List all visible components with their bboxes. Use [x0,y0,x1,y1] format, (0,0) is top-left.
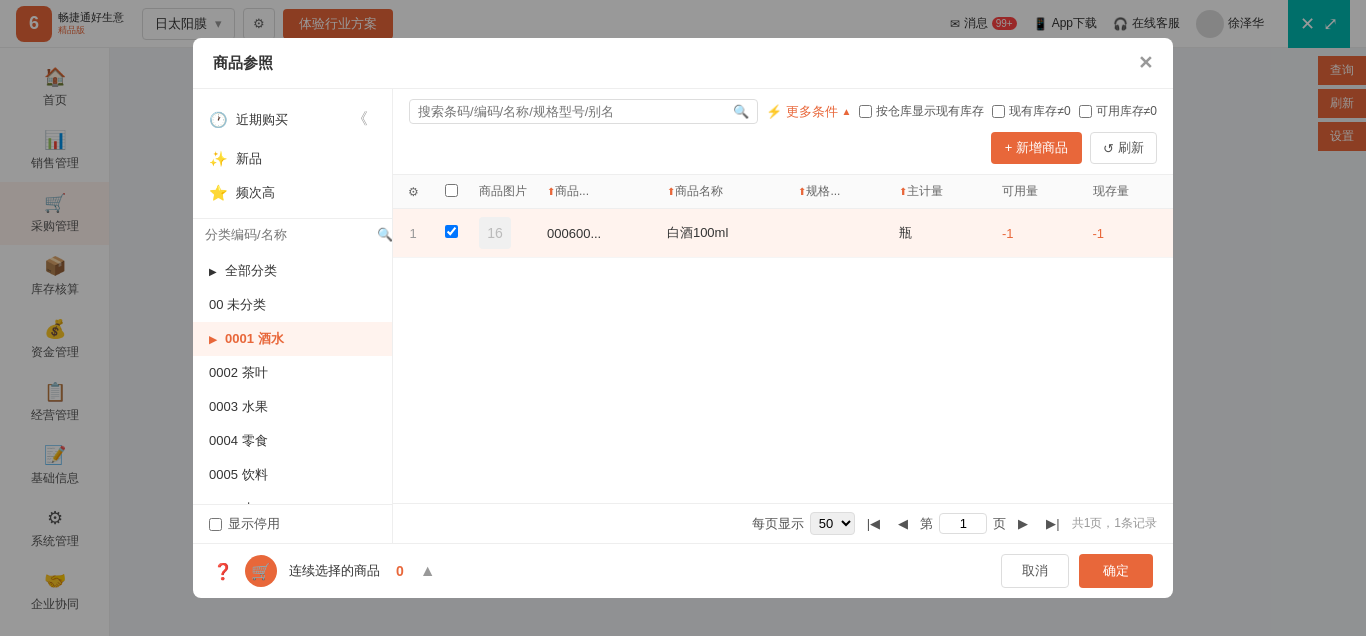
warehouse-checkbox[interactable] [859,105,872,118]
sort-icon: ⬆ [798,186,806,197]
close-button[interactable]: ✕ [1138,52,1153,74]
pagination: 每页显示 50 |◀ ◀ 第 页 ▶ ▶| 共1页，1条记录 [393,503,1173,543]
th-unit[interactable]: ⬆主计量 [889,175,992,209]
modal-right-panel: 🔍 ⚡ 更多条件 ▲ 按仓库显示现有库存 现有库存≠0 [393,89,1173,543]
category-item-all[interactable]: ▶ 全部分类 [193,254,392,288]
show-disabled-label[interactable]: 显示停用 [228,515,280,533]
category-item-0[interactable]: 00 未分类 [193,288,392,322]
product-table-container: ⚙ 商品图片 ⬆商品... ⬆商品名称 [393,175,1173,503]
search-icon[interactable]: 🔍 [377,227,393,242]
modal-left-panel: 🕐 近期购买 《 ✨ 新品 ⭐ 频次高 🔍 [193,89,393,543]
warehouse-filter: 按仓库显示现有库存 [859,103,984,120]
toolbar-right: + 新增商品 ↺ 刷新 [991,132,1157,164]
product-code-cell: 000600... [537,209,657,258]
per-page-select[interactable]: 50 [810,512,855,535]
cart-icon: 🛒 [245,555,277,587]
th-settings[interactable]: ⚙ [393,175,433,209]
product-image-cell: 16 [469,209,537,258]
th-image: 商品图片 [469,175,537,209]
modal-overlay: 商品参照 ✕ 🕐 近期购买 《 ✨ 新品 ⭐ [0,0,1366,636]
category-item-3[interactable]: 0003 水果 [193,390,392,424]
available-filter: 可用库存≠0 [1079,103,1157,120]
filter-button[interactable]: ⚡ 更多条件 ▲ [766,103,852,121]
th-available: 可用量 [992,175,1082,209]
chevron-right-icon: ▶ [209,334,217,345]
chevron-right-icon: ▶ [209,266,217,277]
row-checkbox-cell [433,209,469,258]
category-list: ▶ 全部分类 00 未分类 ▶ 0001 酒水 0002 茶叶 0003 水果 [193,250,392,504]
page-number-input[interactable] [939,513,987,534]
confirm-button[interactable]: 确定 [1079,554,1153,588]
recent-icon: 🕐 [209,111,228,129]
filter-icon: ⚡ [766,104,782,119]
show-disabled-area: 显示停用 [193,504,392,543]
modal-toolbar: 🔍 ⚡ 更多条件 ▲ 按仓库显示现有库存 现有库存≠0 [393,89,1173,175]
category-item-1[interactable]: ▶ 0001 酒水 [193,322,392,356]
menu-item-frequent[interactable]: ⭐ 频次高 [193,176,392,210]
modal-body: 🕐 近期购买 《 ✨ 新品 ⭐ 频次高 🔍 [193,89,1173,543]
product-name-cell: 白酒100ml [657,209,789,258]
th-spec[interactable]: ⬆规格... [788,175,888,209]
category-search-box: 🔍 [193,219,392,250]
last-page-button[interactable]: ▶| [1040,514,1065,533]
product-stock-cell: -1 [1083,209,1174,258]
frequent-icon: ⭐ [209,184,228,202]
th-code[interactable]: ⬆商品... [537,175,657,209]
th-checkbox [433,175,469,209]
product-spec-cell [788,209,888,258]
modal-title: 商品参照 [213,54,273,73]
refresh-icon: ↺ [1103,141,1114,156]
sort-icon: ⬆ [547,186,555,197]
menu-item-recent[interactable]: 🕐 近期购买 《 [193,97,392,142]
footer-actions: 取消 确定 [1001,554,1153,588]
existing-filter: 现有库存≠0 [992,103,1070,120]
chevron-up-icon: ▲ [842,106,852,117]
modal-footer: ❓ 🛒 连续选择的商品 0 ▲ 取消 确定 [193,543,1173,598]
first-page-button[interactable]: |◀ [861,514,886,533]
selected-count: 0 [396,563,404,579]
collapse-button[interactable]: 《 [344,105,376,134]
th-stock: 现存量 [1083,175,1174,209]
row-checkbox[interactable] [445,225,458,238]
cancel-button[interactable]: 取消 [1001,554,1069,588]
total-info: 共1页，1条记录 [1072,515,1157,532]
existing-checkbox[interactable] [992,105,1005,118]
collapse-icon[interactable]: ▲ [420,562,436,580]
category-item-4[interactable]: 0004 零食 [193,424,392,458]
available-checkbox[interactable] [1079,105,1092,118]
add-product-button[interactable]: + 新增商品 [991,132,1082,164]
category-item-2[interactable]: 0002 茶叶 [193,356,392,390]
left-quick-menu: 🕐 近期购买 《 ✨ 新品 ⭐ 频次高 [193,89,392,219]
modal-header: 商品参照 ✕ [193,38,1173,89]
category-search-input[interactable] [205,227,373,242]
sort-icon: ⬆ [899,186,907,197]
new-icon: ✨ [209,150,228,168]
product-search-box: 🔍 [409,99,758,124]
product-image: 16 [479,217,511,249]
th-name[interactable]: ⬆商品名称 [657,175,789,209]
next-page-button[interactable]: ▶ [1012,514,1034,533]
category-item-5[interactable]: 0005 饮料 [193,458,392,492]
row-number: 1 [393,209,433,258]
product-available-cell: -1 [992,209,1082,258]
sort-icon: ⬆ [667,186,675,197]
select-all-checkbox[interactable] [445,184,458,197]
show-disabled-checkbox[interactable] [209,518,222,531]
product-reference-modal: 商品参照 ✕ 🕐 近期购买 《 ✨ 新品 ⭐ [193,38,1173,598]
refresh-button[interactable]: ↺ 刷新 [1090,132,1157,164]
category-item-6[interactable]: 0008 水 [193,492,392,504]
menu-item-new[interactable]: ✨ 新品 [193,142,392,176]
prev-page-button[interactable]: ◀ [892,514,914,533]
search-icon[interactable]: 🔍 [733,104,749,119]
product-table: ⚙ 商品图片 ⬆商品... ⬆商品名称 [393,175,1173,258]
table-row[interactable]: 1 16 000600... [393,209,1173,258]
product-search-input[interactable] [418,104,729,119]
table-header-row: ⚙ 商品图片 ⬆商品... ⬆商品名称 [393,175,1173,209]
product-unit-cell: 瓶 [889,209,992,258]
help-icon[interactable]: ❓ [213,562,233,581]
